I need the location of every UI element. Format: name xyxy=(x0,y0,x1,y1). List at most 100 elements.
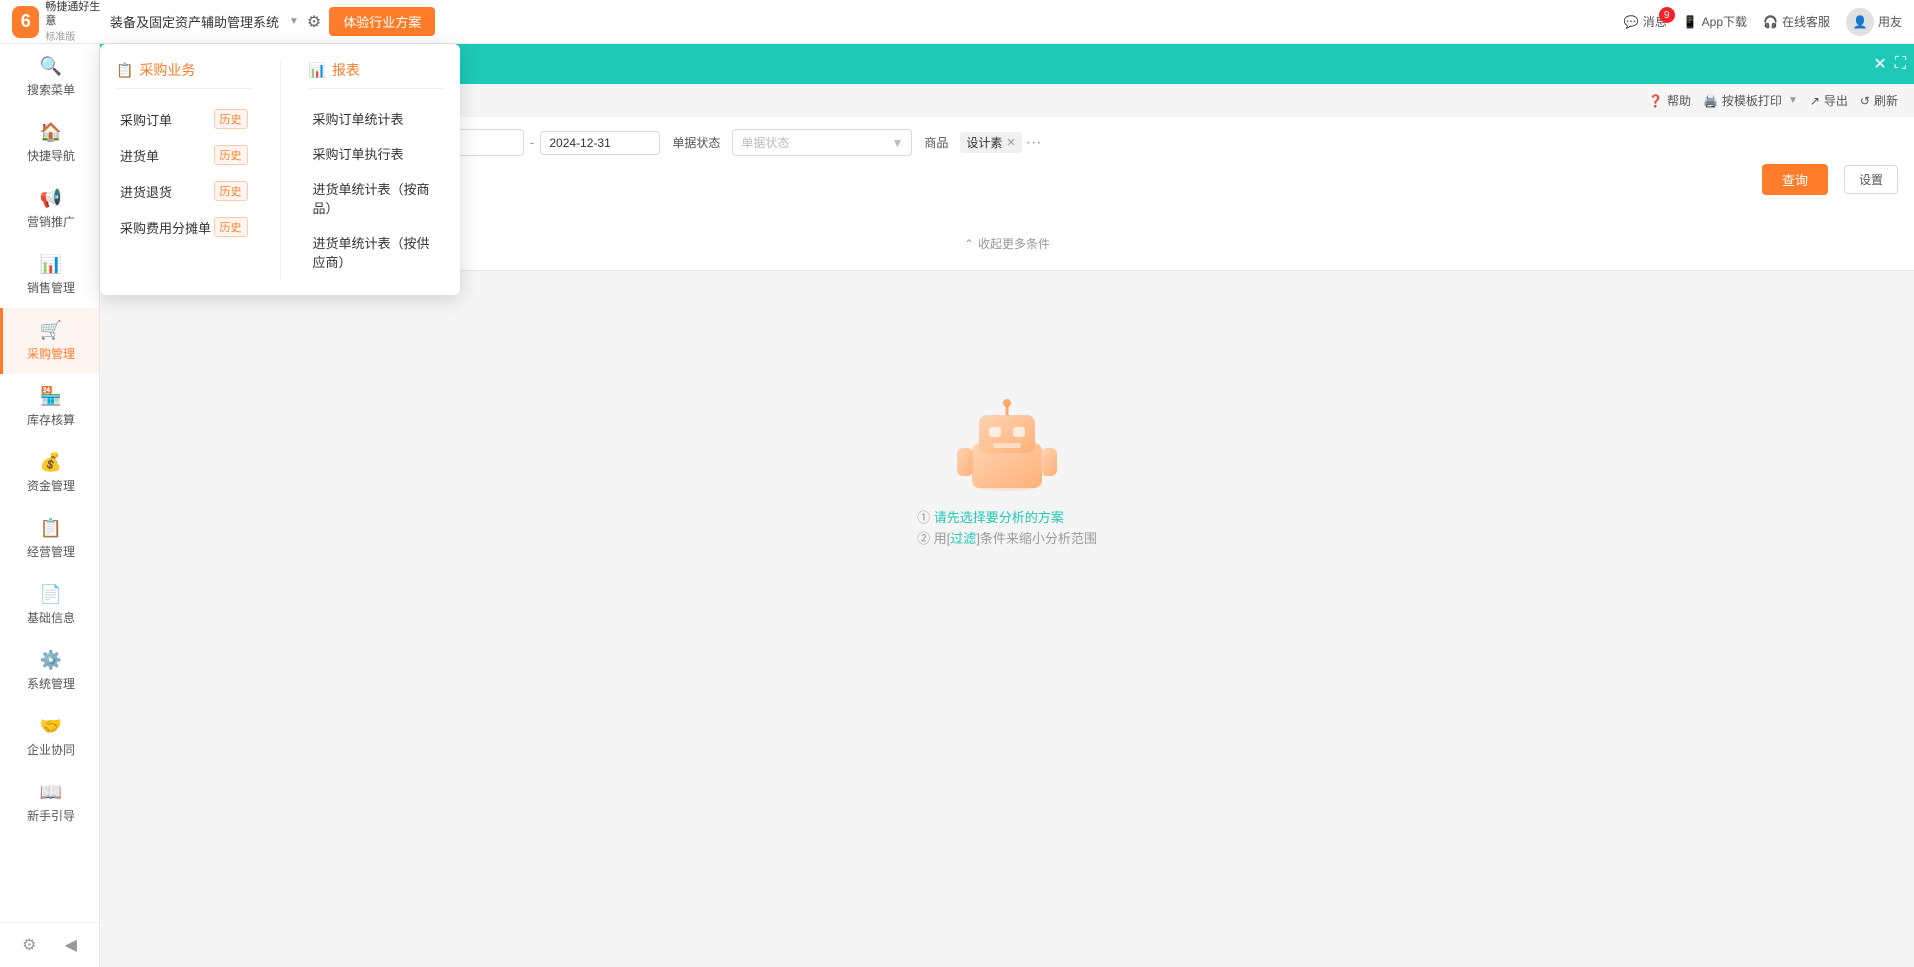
sidebar-item-guide[interactable]: 📖 新手引导 xyxy=(0,770,99,836)
sidebar-item-enterprise[interactable]: 🤝 企业协同 xyxy=(0,704,99,770)
help-label: 帮助 xyxy=(1667,92,1691,109)
sidebar-item-navigation[interactable]: 🏠 快捷导航 xyxy=(0,110,99,176)
online-service-label: 在线客服 xyxy=(1782,13,1830,30)
sidebar-item-operations[interactable]: 📋 经营管理 xyxy=(0,506,99,572)
product-filter-container: 设计素 ✕ ··· xyxy=(960,132,1041,153)
tab-close-all-icon[interactable]: ✕ xyxy=(1873,54,1886,74)
menu-item-purchase-order[interactable]: 采购订单 历史 xyxy=(116,101,252,137)
export-icon: ↗ xyxy=(1810,94,1820,108)
headset-icon: 🎧 xyxy=(1763,15,1778,29)
sidebar-item-label: 库存核算 xyxy=(27,411,75,428)
menu-item-label: 采购订单 xyxy=(120,110,172,129)
avatar: 👤 xyxy=(1846,8,1874,36)
filter-highlight: 过滤 xyxy=(950,531,976,546)
status-dropdown-icon: ▼ xyxy=(891,136,903,150)
app-download-button[interactable]: 📱 App下载 xyxy=(1683,13,1747,30)
history-badge[interactable]: 历史 xyxy=(214,181,248,201)
sidebar-item-finance[interactable]: 💰 资金管理 xyxy=(0,440,99,506)
home-icon: 🏠 xyxy=(40,122,62,143)
history-badge[interactable]: 历史 xyxy=(214,145,248,165)
empty-illustration xyxy=(947,393,1067,493)
menu-item-stock-in[interactable]: 进货单 历史 xyxy=(116,137,252,173)
help-button[interactable]: ❓ 帮助 xyxy=(1648,92,1691,109)
report-section-title: 📊 报表 xyxy=(309,60,445,89)
message-badge: 9 xyxy=(1659,7,1675,23)
marketing-icon: 📢 xyxy=(40,188,62,209)
trial-button[interactable]: 体验行业方案 xyxy=(329,7,435,36)
menu-item-label: 进货单统计表（按供应商） xyxy=(313,233,441,271)
sidebar-item-inventory[interactable]: 🏪 库存核算 xyxy=(0,374,99,440)
status-select[interactable]: 单据状态 ▼ xyxy=(732,129,912,156)
sidebar-item-label: 资金管理 xyxy=(27,477,75,494)
print-button[interactable]: 🖨️ 按模板打印 ▼ xyxy=(1703,92,1798,109)
logo-icon: 6 xyxy=(12,6,39,38)
system-dropdown-icon[interactable]: ▼ xyxy=(289,16,299,27)
guide-icon: 📖 xyxy=(40,782,62,803)
sidebar-item-label: 搜索菜单 xyxy=(27,81,75,98)
sales-icon: 📊 xyxy=(40,254,62,275)
filter-settings-button[interactable]: 设置 xyxy=(1844,165,1898,194)
message-button[interactable]: 💬 消息 9 xyxy=(1624,13,1667,30)
sidebar-settings-button[interactable]: ⚙ xyxy=(22,935,36,955)
menu-item-return[interactable]: 进货退货 历史 xyxy=(116,173,252,209)
logo-text-block: 畅捷通好生意 标准版 xyxy=(45,0,102,43)
purchase-dropdown-menu: 📋 采购业务 采购订单 历史 进货单 历史 进货退货 历史 采购费用分摊单 历史… xyxy=(100,44,460,295)
sidebar-item-sales[interactable]: 📊 销售管理 xyxy=(0,242,99,308)
sidebar-item-marketing[interactable]: 📢 营销推广 xyxy=(0,176,99,242)
sidebar-item-purchase[interactable]: 🛒 采购管理 xyxy=(0,308,99,374)
menu-item-order-exec[interactable]: 采购订单执行表 xyxy=(309,136,445,171)
date-separator: - xyxy=(530,135,534,150)
sidebar-item-basic-info[interactable]: 📄 基础信息 xyxy=(0,572,99,638)
collapse-label: 收起更多条件 xyxy=(978,235,1050,252)
sidebar-collapse-button[interactable]: ◀ xyxy=(65,935,77,955)
logo-area: 6 畅捷通好生意 标准版 xyxy=(12,0,102,43)
online-service-button[interactable]: 🎧 在线客服 xyxy=(1763,13,1830,30)
sidebar-item-label: 企业协同 xyxy=(27,741,75,758)
report-section: 📊 报表 采购订单统计表 采购订单执行表 进货单统计表（按商品） 进货单统计表（… xyxy=(309,60,445,279)
date-end-input[interactable]: 2024-12-31 xyxy=(540,131,660,155)
menu-item-order-stats[interactable]: 采购订单统计表 xyxy=(309,101,445,136)
help-icon: ❓ xyxy=(1648,94,1663,108)
report-section-label: 报表 xyxy=(332,60,360,80)
history-badge[interactable]: 历史 xyxy=(214,217,248,237)
data-area: ① 请先选择要分析的方案 ② 用[过滤]条件来缩小分析范围 xyxy=(100,271,1914,671)
print-icon: 🖨️ xyxy=(1703,94,1718,108)
menu-item-expense[interactable]: 采购费用分摊单 历史 xyxy=(116,209,252,245)
sidebar-item-label: 基础信息 xyxy=(27,609,75,626)
export-button[interactable]: ↗ 导出 xyxy=(1810,92,1848,109)
menu-item-label: 进货单 xyxy=(120,146,159,165)
empty-robot-svg xyxy=(947,393,1067,493)
refresh-icon: ↺ xyxy=(1860,94,1870,108)
menu-item-label: 进货单统计表（按商品） xyxy=(313,179,441,217)
purchase-section-icon: 📋 xyxy=(116,62,133,79)
menu-item-stock-by-supplier[interactable]: 进货单统计表（按供应商） xyxy=(309,225,445,279)
enterprise-icon: 🤝 xyxy=(40,716,62,737)
product-tag-close[interactable]: ✕ xyxy=(1006,136,1015,149)
product-more-btn[interactable]: ··· xyxy=(1026,134,1042,152)
purchase-icon: 🛒 xyxy=(40,320,62,341)
settings-icon[interactable]: ⚙ xyxy=(307,12,321,32)
topbar-system: 装备及固定资产辅助管理系统 ▼ ⚙ 体验行业方案 xyxy=(110,7,1624,36)
sidebar-item-label: 销售管理 xyxy=(27,279,75,296)
collapse-up-icon: ⌃ xyxy=(964,237,974,251)
menu-item-stock-by-product[interactable]: 进货单统计表（按商品） xyxy=(309,171,445,225)
menu-item-label: 采购订单统计表 xyxy=(313,109,404,128)
app-download-label: App下载 xyxy=(1702,13,1747,30)
sidebar-item-search[interactable]: 🔍 搜索菜单 xyxy=(0,44,99,110)
user-button[interactable]: 👤 用友 xyxy=(1846,8,1902,36)
status-select-value: 单据状态 xyxy=(741,134,789,151)
tab-maximize-icon[interactable]: ⛶ xyxy=(1895,55,1906,73)
menu-item-label: 采购费用分摊单 xyxy=(120,218,211,237)
sidebar-item-system[interactable]: ⚙️ 系统管理 xyxy=(0,638,99,704)
inventory-icon: 🏪 xyxy=(40,386,62,407)
sidebar-item-label: 营销推广 xyxy=(27,213,75,230)
history-badge[interactable]: 历史 xyxy=(214,109,248,129)
query-button[interactable]: 查询 xyxy=(1762,164,1828,195)
sidebar-item-label: 快捷导航 xyxy=(27,147,75,164)
refresh-label: 刷新 xyxy=(1874,92,1898,109)
refresh-button[interactable]: ↺ 刷新 xyxy=(1860,92,1898,109)
phone-icon: 📱 xyxy=(1683,15,1698,29)
empty-tip-1: ① 请先选择要分析的方案 xyxy=(917,507,1097,526)
product-tag: 设计素 ✕ xyxy=(960,132,1021,153)
system-icon: ⚙️ xyxy=(40,650,62,671)
